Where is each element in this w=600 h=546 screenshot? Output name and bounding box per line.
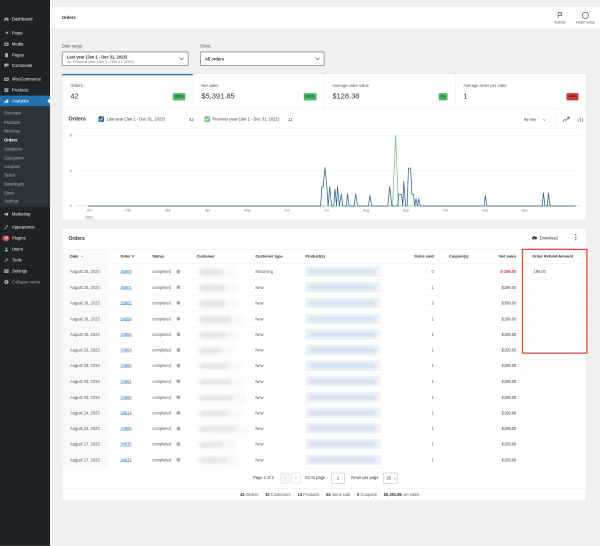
svg-text:Apr: Apr — [205, 208, 211, 212]
svg-text:Nov: Nov — [482, 208, 488, 212]
svg-text:8: 8 — [70, 134, 72, 138]
svg-text:May: May — [244, 208, 251, 212]
svg-text:4: 4 — [70, 169, 72, 173]
svg-text:Mar: Mar — [165, 208, 172, 212]
svg-text:Jan: Jan — [86, 208, 92, 212]
svg-text:Aug: Aug — [363, 208, 369, 212]
svg-text:0: 0 — [70, 204, 72, 208]
svg-text:Oct: Oct — [443, 208, 448, 212]
svg-text:Jun: Jun — [284, 208, 290, 212]
svg-text:2023: 2023 — [85, 215, 93, 219]
svg-text:Jul: Jul — [324, 208, 329, 212]
svg-text:Sep: Sep — [403, 208, 409, 212]
svg-text:Dec: Dec — [522, 208, 528, 212]
svg-text:Feb: Feb — [125, 208, 131, 212]
